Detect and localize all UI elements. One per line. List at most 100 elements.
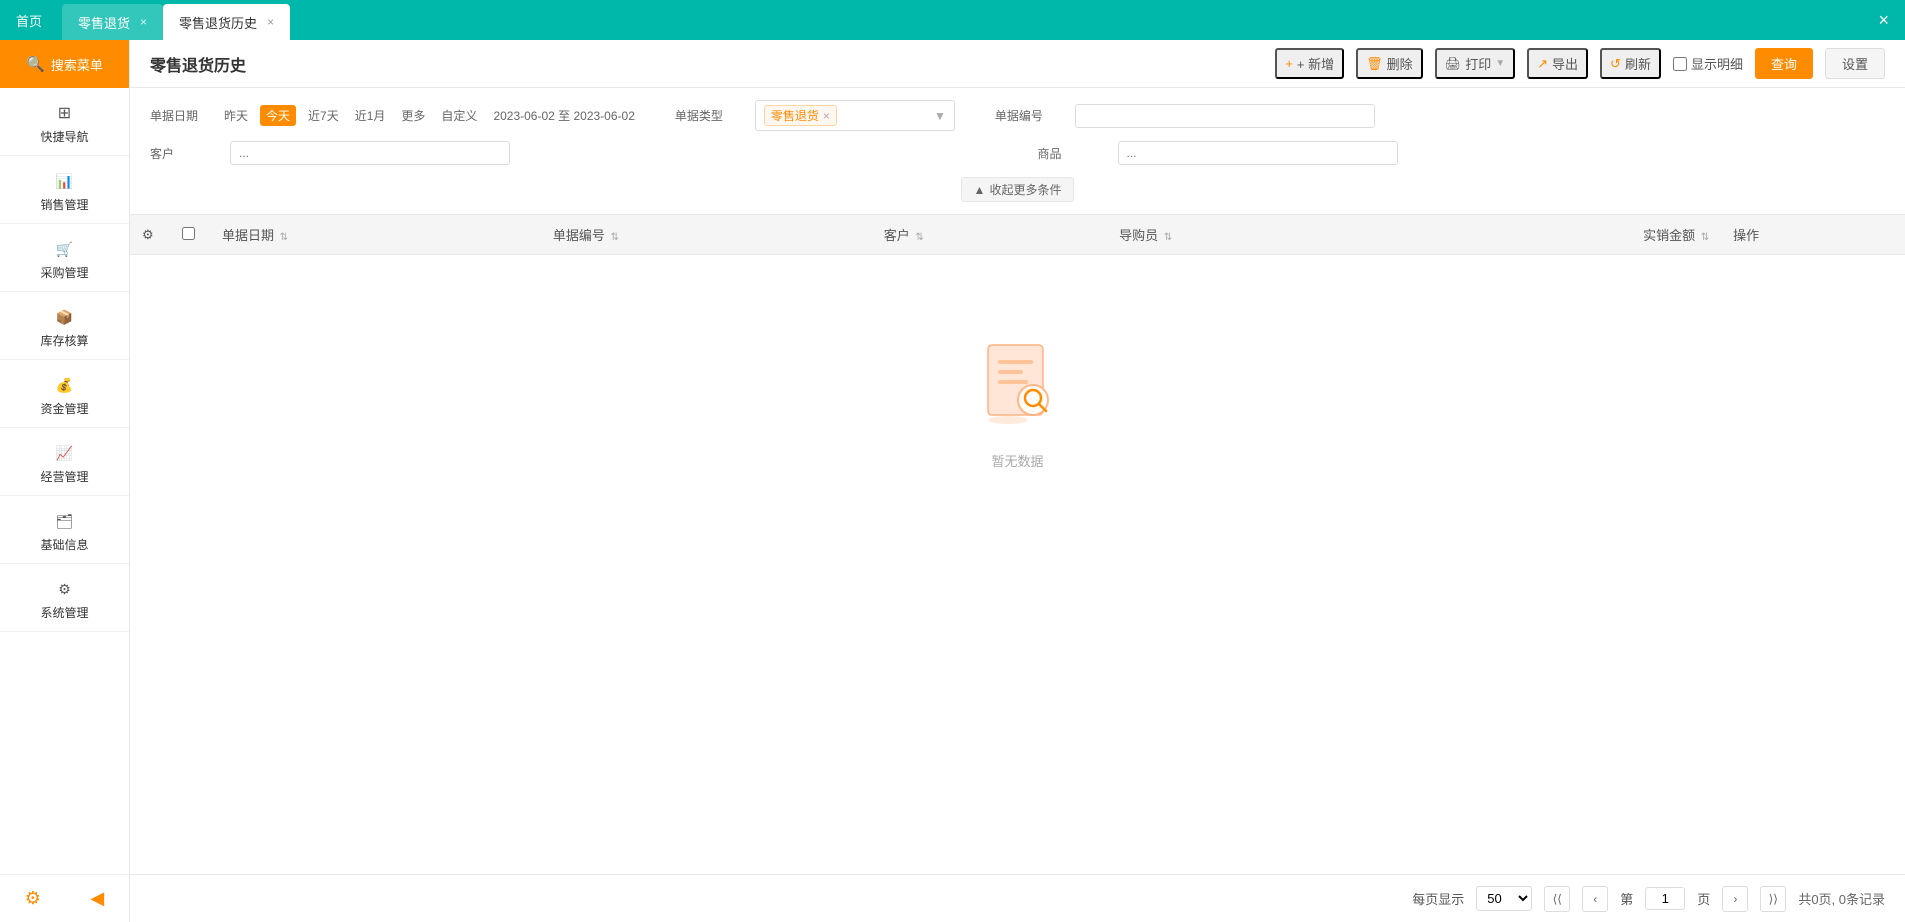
tab-retail-return-history[interactable]: 零售退货历史 × xyxy=(163,4,290,40)
tab-retail-return[interactable]: 零售退货 × xyxy=(62,4,163,40)
th-settings[interactable]: ⚙ xyxy=(130,215,170,255)
sidebar-item-quick-nav[interactable]: ⊞ 快捷导航 xyxy=(0,88,129,156)
table-body: 暂无数据 xyxy=(130,255,1905,551)
page-header: 零售退货历史 + + 新增 🗑 删除 🖨 打印 ▼ ↗ 导出 xyxy=(130,40,1905,88)
new-button[interactable]: + + 新增 xyxy=(1275,48,1344,79)
tab-home[interactable]: 首页 xyxy=(0,0,58,40)
top-bar-spacer xyxy=(290,0,1862,40)
export-icon: ↗ xyxy=(1537,56,1548,72)
quick-nav-icon: ⊞ xyxy=(54,102,76,124)
th-date: 单据日期 ⇅ xyxy=(210,215,541,255)
page-label: 第 xyxy=(1620,889,1633,908)
sidebar-settings-icon[interactable]: ⚙ xyxy=(25,888,41,909)
filter-row-2: 客户 商品 xyxy=(150,141,1885,165)
th-customer: 客户 ⇅ xyxy=(872,215,1107,255)
search-icon: 🔍 xyxy=(26,55,45,73)
filter-area: 单据日期 昨天 今天 近7天 近1月 更多 自定义 2023-06-02 至 2… xyxy=(130,88,1905,215)
type-filter-select[interactable]: 零售退货 × ▼ xyxy=(755,100,955,131)
date-filter-label: 单据日期 xyxy=(150,107,220,124)
sidebar-search-button[interactable]: 🔍 搜索菜单 xyxy=(0,40,129,88)
print-label: 打印 xyxy=(1465,54,1491,73)
tab-retail-return-history-close[interactable]: × xyxy=(267,15,274,29)
date-opt-today[interactable]: 今天 xyxy=(260,105,296,126)
th-date-label: 单据日期 xyxy=(222,228,274,243)
export-button[interactable]: ↗ 导出 xyxy=(1527,48,1588,79)
date-opt-yesterday[interactable]: 昨天 xyxy=(220,105,252,126)
sidebar-item-operations[interactable]: 📈 经营管理 xyxy=(0,428,129,496)
sidebar-item-sales-mgmt[interactable]: 📊 销售管理 xyxy=(0,156,129,224)
th-customer-sort-icon[interactable]: ⇅ xyxy=(915,232,923,243)
delete-button[interactable]: 🗑 删除 xyxy=(1356,48,1423,79)
sidebar-item-system-mgmt[interactable]: ⚙ 系统管理 xyxy=(0,564,129,632)
th-amount-sort-icon[interactable]: ⇅ xyxy=(1701,232,1709,243)
th-date-sort-icon[interactable]: ⇅ xyxy=(280,232,288,243)
customer-field: 客户 xyxy=(150,141,998,165)
first-page-button[interactable]: ⟨⟨ xyxy=(1544,886,1570,912)
delete-icon: 🗑 xyxy=(1366,56,1383,72)
sidebar-collapse-icon[interactable]: ◀ xyxy=(90,888,104,909)
refresh-button[interactable]: ↺ 刷新 xyxy=(1600,48,1661,79)
per-page-label: 每页显示 xyxy=(1412,889,1464,908)
table-footer: 每页显示 50 100 200 ⟨⟨ ‹ 第 页 › ⟩⟩ 共0页, 0条记录 xyxy=(130,874,1905,922)
last-page-button[interactable]: ⟩⟩ xyxy=(1760,886,1786,912)
date-opt-1month[interactable]: 近1月 xyxy=(351,105,390,126)
th-number-sort-icon[interactable]: ⇅ xyxy=(611,232,619,243)
page-number-input[interactable] xyxy=(1645,887,1685,910)
display-toggle: 显示明细 xyxy=(1673,54,1743,73)
th-guide-sort-icon[interactable]: ⇅ xyxy=(1164,232,1172,243)
window-close-button[interactable]: × xyxy=(1862,0,1905,40)
sidebar-label-finance: 资金管理 xyxy=(40,400,88,417)
collapse-label: 收起更多条件 xyxy=(989,181,1061,198)
next-page-button[interactable]: › xyxy=(1722,886,1748,912)
date-filter-options: 昨天 今天 近7天 近1月 更多 自定义 2023-06-02 至 2023-0… xyxy=(220,105,635,126)
sidebar-item-finance[interactable]: 💰 资金管理 xyxy=(0,360,129,428)
collapse-arrow-icon: ▲ xyxy=(974,183,986,197)
page-title: 零售退货历史 xyxy=(150,52,1275,76)
th-actions: 操作 xyxy=(1721,215,1905,255)
date-opt-more[interactable]: 更多 xyxy=(397,105,429,126)
query-button[interactable]: 查询 xyxy=(1755,48,1813,79)
date-opt-custom[interactable]: 自定义 xyxy=(437,105,481,126)
sidebar-item-basic-info[interactable]: 🗂 基础信息 xyxy=(0,496,129,564)
sidebar-label-operations: 经营管理 xyxy=(40,468,88,485)
system-mgmt-icon: ⚙ xyxy=(54,578,76,600)
th-number-label: 单据编号 xyxy=(553,228,605,243)
sidebar-item-inventory[interactable]: 📦 库存核算 xyxy=(0,292,129,360)
display-toggle-checkbox[interactable] xyxy=(1673,57,1687,71)
type-tag-close-button[interactable]: × xyxy=(823,109,830,123)
refresh-icon: ↺ xyxy=(1610,56,1621,72)
filter-type-container: 单据类型 零售退货 × ▼ xyxy=(675,100,955,131)
voucher-number-input[interactable] xyxy=(1075,104,1375,128)
goods-input[interactable] xyxy=(1118,141,1398,165)
table-header: ⚙ 单据日期 ⇅ 单据编号 ⇅ 客户 ⇅ xyxy=(130,215,1905,255)
sidebar-label-sales-mgmt: 销售管理 xyxy=(40,196,88,213)
collapse-button[interactable]: ▲ 收起更多条件 xyxy=(961,177,1075,202)
type-select-arrow-icon: ▼ xyxy=(934,109,946,123)
print-arrow-icon: ▼ xyxy=(1495,58,1505,69)
th-amount-label: 实销金额 xyxy=(1643,228,1695,243)
th-customer-label: 客户 xyxy=(884,228,910,243)
tab-retail-return-close[interactable]: × xyxy=(140,15,147,29)
empty-text: 暂无数据 xyxy=(991,451,1043,470)
display-toggle-label: 显示明细 xyxy=(1691,54,1743,73)
sidebar: 🔍 搜索菜单 ⊞ 快捷导航 📊 销售管理 🛒 采购管理 📦 库存核算 💰 资金管… xyxy=(0,40,130,922)
content-area: 零售退货历史 + + 新增 🗑 删除 🖨 打印 ▼ ↗ 导出 xyxy=(130,40,1905,922)
sidebar-item-purchase-mgmt[interactable]: 🛒 采购管理 xyxy=(0,224,129,292)
voucher-number-container: 单据编号 xyxy=(995,104,1885,128)
tab-home-label: 首页 xyxy=(16,11,42,30)
type-filter-label: 单据类型 xyxy=(675,107,745,124)
type-tag-label: 零售退货 xyxy=(771,107,819,124)
th-checkbox[interactable] xyxy=(170,215,210,255)
print-button[interactable]: 🖨 打印 ▼ xyxy=(1435,48,1515,79)
prev-page-button[interactable]: ‹ xyxy=(1582,886,1608,912)
tab-retail-return-history-label: 零售退货历史 xyxy=(179,13,257,32)
date-opt-7days[interactable]: 近7天 xyxy=(304,105,343,126)
per-page-select[interactable]: 50 100 200 xyxy=(1476,886,1532,911)
customer-input[interactable] xyxy=(230,141,510,165)
th-guide-label: 导购员 xyxy=(1119,228,1158,243)
setting-button[interactable]: 设置 xyxy=(1825,48,1885,79)
select-all-checkbox[interactable] xyxy=(182,227,195,240)
voucher-filter-label: 单据编号 xyxy=(995,107,1065,124)
empty-state-cell: 暂无数据 xyxy=(130,255,1905,551)
delete-label: 删除 xyxy=(1387,54,1413,73)
